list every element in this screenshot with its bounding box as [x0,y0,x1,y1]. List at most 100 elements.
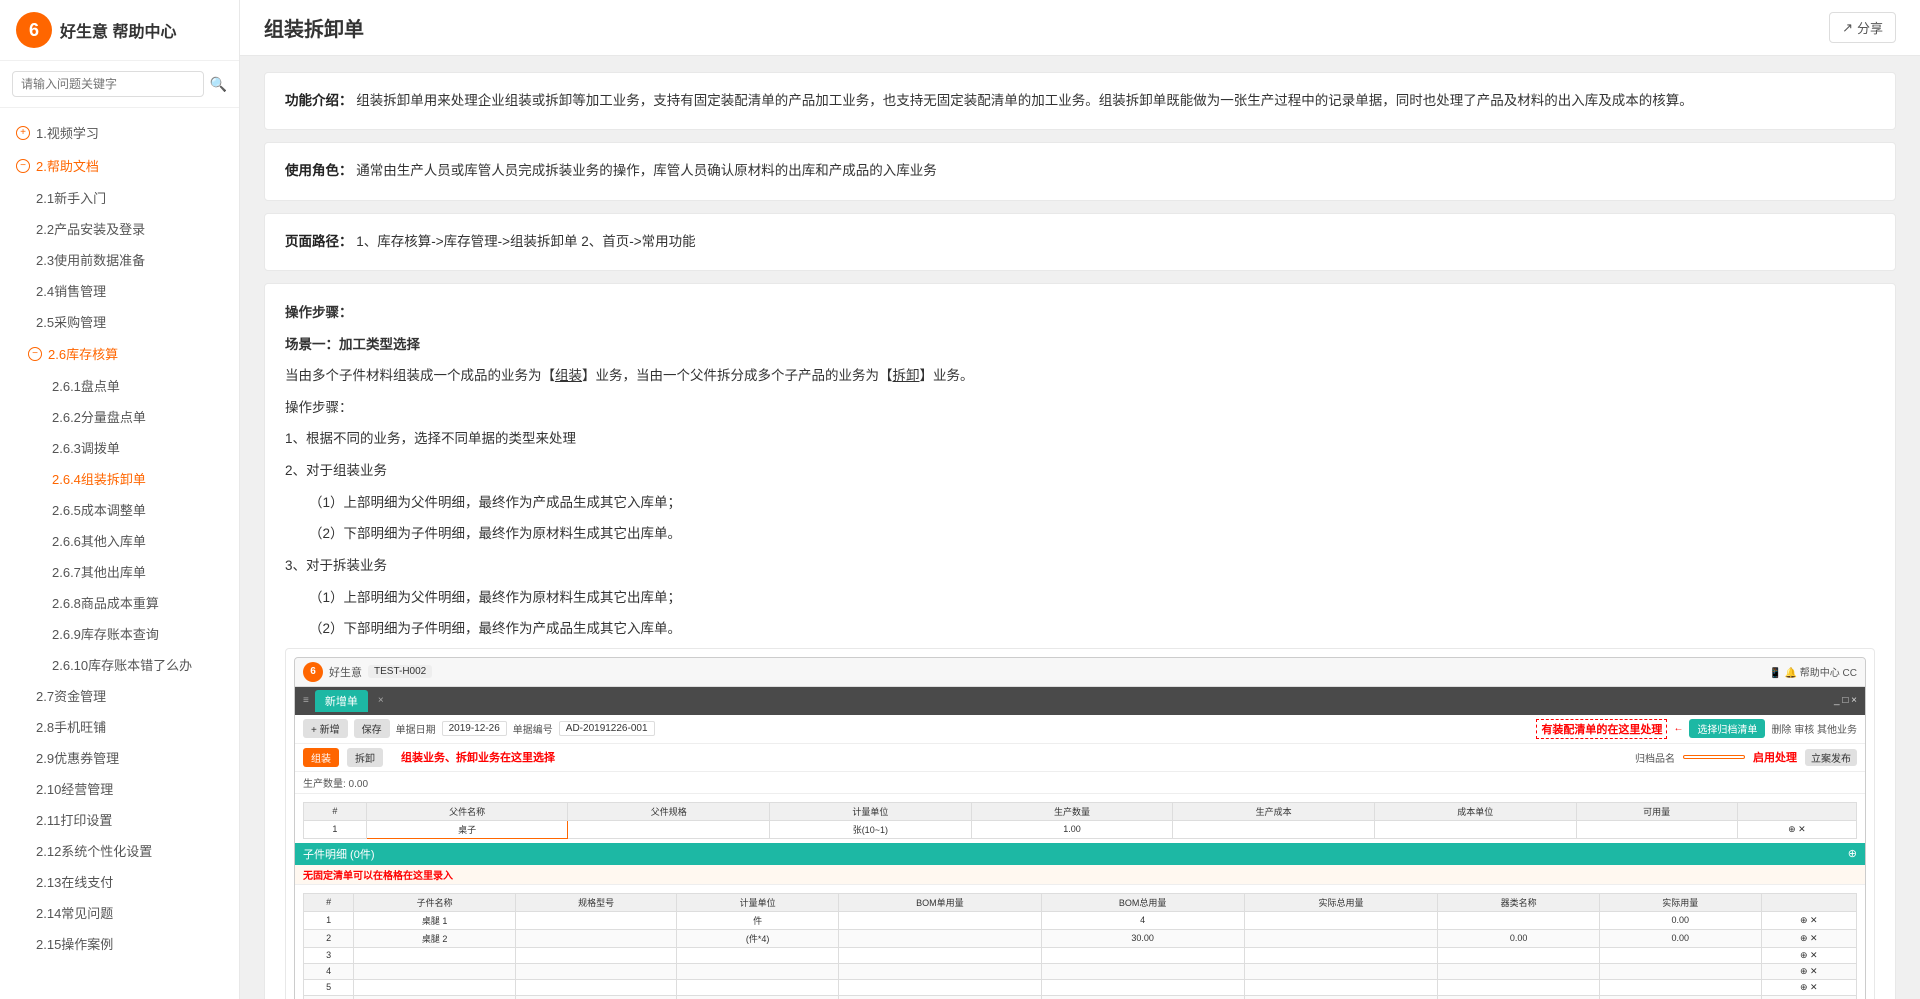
step3: 3、对于拆装业务 [285,553,1875,579]
sidebar-item-faq[interactable]: 2.14常见问题 [0,897,239,928]
app-title: 好生意 帮助中心 [60,18,176,42]
screenshot-container: 6 好生意 TEST-H002 📱 🔔 帮助中心 CC ≡ 新增单 × _ □ … [285,648,1875,999]
share-icon: ↗ [1842,20,1853,36]
search-input[interactable] [12,71,204,97]
mock-parent-table: # 父件名称 父件规格 计量单位 生产数量 生产成本 成本单位 可用量 [303,802,1857,839]
mock-annotation3: 启用处理 [1753,749,1797,765]
mock-sub-th: 实际总用量 [1244,893,1438,911]
mock-th-cost: 生产成本 [1173,802,1375,820]
main-content: 组装拆卸单 ↗ 分享 功能介绍： 组装拆卸单用来处理企业组装或拆卸等加工业务，支… [240,0,1920,999]
mock-app-name: 好生意 [329,664,362,680]
mock-screenshot: 6 好生意 TEST-H002 📱 🔔 帮助中心 CC ≡ 新增单 × _ □ … [294,657,1866,999]
sidebar-header: 6 好生意 帮助中心 [0,0,239,61]
sidebar-item-assemble[interactable]: 2.6.4组装拆卸单 [0,463,239,494]
sidebar-item-online-pay[interactable]: 2.13在线支付 [0,866,239,897]
sidebar-item-coupon[interactable]: 2.9优惠券管理 [0,742,239,773]
mock-sub-th: 器类名称 [1438,893,1600,911]
role-text: 通常由生产人员或库管人员完成拆装业务的操作，库管人员确认原材料的出库和产成品的入… [356,163,937,178]
scene1-desc: 当由多个子件材料组装成一个成品的业务为【组装】业务，当由一个父件拆分成多个子产品… [285,363,1875,389]
sidebar-item-goods-cost[interactable]: 2.6.8商品成本重算 [0,587,239,618]
path-card: 页面路径： 1、库存核算->库存管理->组装拆卸单 2、首页->常用功能 [264,213,1896,271]
mock-sub-th: 实际用量 [1599,893,1761,911]
mock-th-spec: 父件规格 [568,802,770,820]
mock-topbar: 6 好生意 TEST-H002 📱 🔔 帮助中心 CC [295,658,1865,687]
sidebar-item-video[interactable]: + 1.视频学习 [0,116,239,149]
sidebar-item-mobile[interactable]: 2.8手机旺铺 [0,711,239,742]
mock-sub-th: 子件名称 [354,893,516,911]
search-icon[interactable]: 🔍 [210,76,227,93]
mock-parent-section: # 父件名称 父件规格 计量单位 生产数量 生产成本 成本单位 可用量 [295,794,1865,843]
sidebar-item-install[interactable]: 2.2产品安装及登录 [0,213,239,244]
mock-btn-teal: 选择归档清单 [1689,719,1765,738]
sidebar-item-print[interactable]: 2.11打印设置 [0,804,239,835]
steps-title: 操作步骤： [285,300,1875,326]
mock-qiye-input [1683,755,1745,759]
step2-2: （2）下部明细为子件明细，最终作为原材料生成其它出库单。 [285,521,1875,547]
mock-sub-th: # [304,893,354,911]
sidebar-item-adjust[interactable]: 2.6.3调拨单 [0,432,239,463]
role-card: 使用角色： 通常由生产人员或库管人员完成拆装业务的操作，库管人员确认原材料的出库… [264,142,1896,200]
mock-window-controls: _ □ × [1834,695,1857,706]
mock-cell [568,820,770,838]
mock-date-value: 2019-12-26 [442,721,507,736]
mock-sub-th: BOM总用量 [1041,893,1244,911]
mock-btn-save: 保存 [354,719,390,738]
sidebar-item-stocktake[interactable]: 2.6.1盘点单 [0,370,239,401]
intro-card: 功能介绍： 组装拆卸单用来处理企业组装或拆卸等加工业务，支持有固定装配清单的产品… [264,72,1896,130]
step3-1: （1）上部明细为父件明细，最终作为原材料生成其它出库单； [285,585,1875,611]
sidebar-item-account-err[interactable]: 2.6.10库存账本错了么办 [0,649,239,680]
step1: 1、根据不同的业务，选择不同单据的类型来处理 [285,426,1875,452]
mock-th-cost-unit: 成本单位 [1374,802,1576,820]
step2-1: （1）上部明细为父件明细，最终作为产成品生成其它入库单； [285,490,1875,516]
search-box: 🔍 [0,61,239,108]
sidebar-item-customize[interactable]: 2.12系统个性化设置 [0,835,239,866]
sidebar-item-other-in[interactable]: 2.6.6其他入库单 [0,525,239,556]
mock-th-num: # [304,802,367,820]
sidebar-item-other-out[interactable]: 2.6.7其他出库单 [0,556,239,587]
mock-sub-th: BOM单用量 [838,893,1041,911]
sidebar-item-docs[interactable]: − 2.帮助文档 [0,149,239,182]
mock-btn-new: + 新增 [303,719,348,738]
mock-th-name: 父件名称 [366,802,568,820]
step3-2: （2）下部明细为子件明细，最终作为产成品生成其它入库单。 [285,616,1875,642]
mock-sub-row-3: 3 ⊕ ✕ [304,947,1857,963]
mock-logo: 6 [303,662,323,682]
mock-icons: 📱 🔔 帮助中心 CC [1769,664,1857,679]
scene1-title: 场景一：加工类型选择 [285,337,420,352]
mock-label-qiye: 归档品名 [1635,750,1675,765]
sidebar-item-inventory[interactable]: − 2.6库存核算 [0,337,239,370]
sidebar-item-stock-split[interactable]: 2.6.2分量盘点单 [0,401,239,432]
mock-annotation2: 组装业务、拆卸业务在这里选择 [401,749,555,765]
role-label: 使用角色： [285,163,353,178]
content-area: 功能介绍： 组装拆卸单用来处理企业组装或拆卸等加工业务，支持有固定装配清单的产品… [240,56,1920,999]
sidebar-item-ops[interactable]: 2.10经营管理 [0,773,239,804]
intro-label: 功能介绍： [285,93,353,108]
mock-assemble-btn: 组装 [303,748,339,767]
mock-cell [1173,820,1375,838]
mock-sub-row-5: 5 ⊕ ✕ [304,979,1857,995]
share-button[interactable]: ↗ 分享 [1829,12,1896,43]
sidebar-item-purchase[interactable]: 2.5采购管理 [0,306,239,337]
mock-annotation4-row: 无固定清单可以在格格在这里录入 [295,865,1865,885]
sidebar-item-cost-adjust[interactable]: 2.6.5成本调整单 [0,494,239,525]
mock-info-row: 生产数量: 0.00 [295,772,1865,794]
sidebar-item-capital[interactable]: 2.7资金管理 [0,680,239,711]
mock-form-toolbar: + 新增 保存 单据日期 2019-12-26 单据编号 AD-20191226… [295,715,1865,744]
sidebar-item-stock-check[interactable]: 2.6.9库存账本查询 [0,618,239,649]
collapse-inventory-icon: − [28,347,42,361]
sidebar-item-data-prep[interactable]: 2.3使用前数据准备 [0,244,239,275]
mock-cell [1374,820,1576,838]
sidebar-item-newcomer[interactable]: 2.1新手入门 [0,182,239,213]
mock-sub-icon: ⊕ [1848,847,1857,860]
mock-sub-th: 计量单位 [677,893,839,911]
mock-sub-table: # 子件名称 规格型号 计量单位 BOM单用量 BOM总用量 实际总用量 器类名… [303,893,1857,999]
mock-sub-header: 子件明细 (0件) ⊕ [295,843,1865,865]
topbar: 组装拆卸单 ↗ 分享 [240,0,1920,56]
mock-cell [1576,820,1737,838]
collapse-icon: − [16,159,30,173]
sidebar-item-cases[interactable]: 2.15操作案例 [0,928,239,959]
mock-sub-th [1761,893,1857,911]
mock-extra-btns: 删除 审核 其他业务 [1771,721,1857,736]
sidebar-item-sales[interactable]: 2.4销售管理 [0,275,239,306]
steps-card: 操作步骤： 场景一：加工类型选择 当由多个子件材料组装成一个成品的业务为【组装】… [264,283,1896,999]
